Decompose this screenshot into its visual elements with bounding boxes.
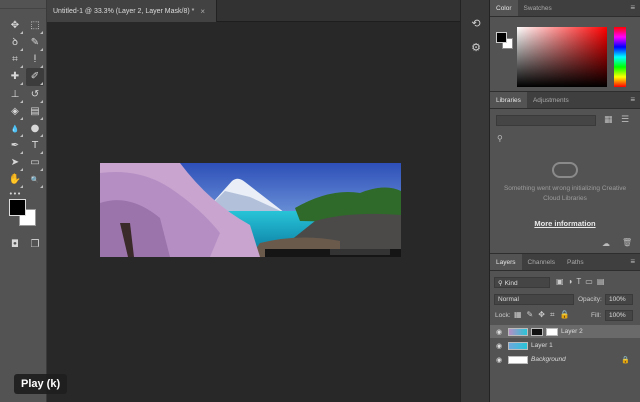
library-delete-icon[interactable]: 🗑 (622, 238, 632, 247)
close-document-icon[interactable]: × (200, 7, 205, 16)
libraries-panel-menu-icon[interactable]: ≡ (630, 96, 635, 104)
history-brush-tool-icon[interactable]: ↺ (26, 86, 44, 104)
opacity-input[interactable]: 100% (605, 294, 633, 305)
gradient-tool-icon[interactable]: ▤ (26, 103, 44, 121)
library-error-message: Something went wrong initializing Creati… (503, 185, 627, 202)
tab-layers[interactable]: Layers (490, 254, 522, 270)
play-tooltip: Play (k) (14, 374, 68, 394)
right-panels: Color Swatches ≡ Libraries Adjustments ≡… (490, 0, 640, 402)
layers-panel-menu-icon[interactable]: ≡ (630, 258, 635, 266)
foreground-color-chip[interactable] (496, 32, 507, 43)
hue-slider[interactable] (614, 27, 626, 87)
libraries-panel: Libraries Adjustments ≡ ▦ ☰ ⚲ Something … (490, 92, 640, 254)
dodge-tool-icon[interactable]: ● (26, 120, 44, 138)
document-tab-bar: Untitled-1 @ 33.3% (Layer 2, Layer Mask/… (47, 0, 460, 22)
foreground-color-swatch[interactable] (9, 199, 26, 216)
zoom-tool-icon[interactable]: 🔍 (26, 171, 44, 189)
list-view-icon[interactable]: ☰ (621, 114, 629, 125)
quick-selection-tool-icon[interactable]: ✎ (26, 34, 44, 52)
layers-panel-tabs: Layers Channels Paths ≡ (490, 254, 640, 271)
layer-name[interactable]: Layer 2 (561, 328, 583, 335)
layer-row-layer-2[interactable]: ◉ Layer 2 (490, 325, 640, 338)
quick-mask-icon[interactable]: ◘ (6, 236, 24, 254)
blend-mode-select[interactable]: Normal (494, 294, 574, 305)
blur-tool-icon[interactable]: 💧 (6, 120, 24, 138)
move-tool-icon[interactable]: ✥ (6, 17, 24, 35)
layer-filter-icons[interactable]: ▣◑T▭▤ (556, 277, 608, 286)
layer-name[interactable]: Background (531, 356, 566, 363)
tab-color[interactable]: Color (490, 0, 518, 16)
document-tab[interactable]: Untitled-1 @ 33.3% (Layer 2, Layer Mask/… (47, 0, 217, 22)
tab-channels[interactable]: Channels (522, 254, 561, 270)
color-picker-field[interactable] (517, 27, 607, 87)
grid-view-icon[interactable]: ▦ (604, 114, 613, 125)
tab-adjustments[interactable]: Adjustments (527, 92, 575, 108)
color-swatches[interactable] (9, 199, 39, 229)
lasso-tool-icon[interactable]: ꝺ (6, 34, 24, 52)
layer-row-layer-1[interactable]: ◉ Layer 1 (490, 339, 640, 352)
color-panel-menu-icon[interactable]: ≡ (630, 4, 635, 12)
tools-panel: ✥ ⬚ ꝺ ✎ ⌗ ⵑ ✚ ✐ ⊥ ↺ ◈ ▤ 💧 ● ✒ T ➤ ▭ ✋ 🔍 ••• ◘ ❐ (0, 0, 47, 402)
fill-input[interactable]: 100% (605, 310, 633, 321)
toolbar-grip[interactable] (0, 0, 46, 9)
layer-mask-thumbnail-2[interactable] (546, 327, 558, 336)
eraser-tool-icon[interactable]: ◈ (6, 103, 24, 121)
tab-paths[interactable]: Paths (561, 254, 590, 270)
layer-thumbnail (508, 327, 528, 336)
visibility-eye-icon[interactable]: ◉ (490, 356, 508, 364)
tab-swatches[interactable]: Swatches (518, 0, 558, 16)
visibility-eye-icon[interactable]: ◉ (490, 342, 508, 350)
layer-mask-thumbnail[interactable] (531, 327, 543, 336)
lock-label: Lock: (495, 312, 511, 319)
library-select[interactable] (496, 115, 596, 126)
layer-thumbnail (508, 341, 528, 350)
collapsed-panel-dock: ⟲ ⚙ (460, 0, 490, 402)
healing-brush-tool-icon[interactable]: ✚ (6, 68, 24, 86)
type-tool-icon[interactable]: T (26, 137, 44, 155)
screen-mode-icon[interactable]: ❐ (26, 236, 44, 254)
layers-panel: Layers Channels Paths ≡ ⚲ Kind ▣◑T▭▤ Nor… (490, 254, 640, 402)
layer-thumbnail (508, 355, 528, 364)
eyedropper-tool-icon[interactable]: ⵑ (26, 51, 44, 69)
libraries-panel-tabs: Libraries Adjustments ≡ (490, 92, 640, 109)
brush-tool-icon[interactable]: ✐ (26, 68, 44, 86)
layer-filter-select[interactable]: ⚲ Kind (494, 277, 550, 288)
opacity-label: Opacity: (578, 296, 602, 303)
lock-icons[interactable]: ▦✎✥⌗🔒 (514, 310, 574, 320)
layer-name[interactable]: Layer 1 (531, 342, 553, 349)
crop-tool-icon[interactable]: ⌗ (6, 51, 24, 69)
library-cloud-icon[interactable]: ☁ (602, 239, 610, 248)
canvas-area[interactable] (47, 22, 460, 402)
fill-label: Fill: (591, 312, 602, 319)
path-selection-tool-icon[interactable]: ➤ (6, 154, 24, 172)
color-panel: Color Swatches ≡ (490, 0, 640, 92)
layer-row-background[interactable]: ◉ Background 🔒 (490, 353, 640, 366)
visibility-eye-icon[interactable]: ◉ (490, 328, 508, 336)
library-search-icon[interactable]: ⚲ (497, 134, 503, 143)
color-panel-tabs: Color Swatches ≡ (490, 0, 640, 17)
pen-tool-icon[interactable]: ✒ (6, 137, 24, 155)
document-image[interactable] (100, 163, 401, 257)
properties-panel-icon[interactable]: ⚙ (467, 38, 485, 56)
rectangle-tool-icon[interactable]: ▭ (26, 154, 44, 172)
marquee-tool-icon[interactable]: ⬚ (26, 17, 44, 35)
document-tab-title: Untitled-1 @ 33.3% (Layer 2, Layer Mask/… (53, 7, 195, 15)
cloud-error-icon (552, 162, 578, 178)
tab-libraries[interactable]: Libraries (490, 92, 527, 108)
history-panel-icon[interactable]: ⟲ (467, 14, 485, 32)
layer-lock-icon: 🔒 (621, 356, 630, 364)
more-information-link[interactable]: More information (510, 219, 620, 228)
clone-stamp-tool-icon[interactable]: ⊥ (6, 86, 24, 104)
